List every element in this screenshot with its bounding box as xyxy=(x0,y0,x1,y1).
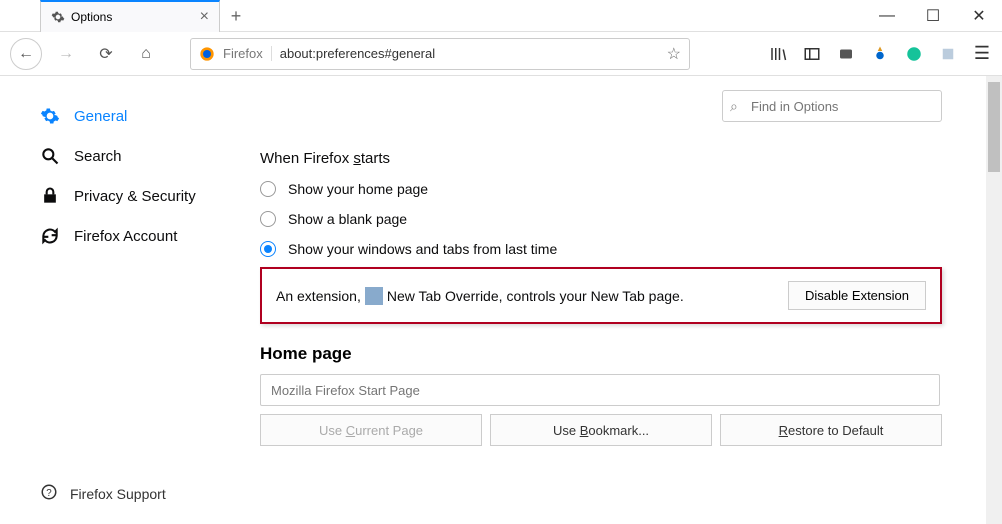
scroll-thumb[interactable] xyxy=(988,82,1000,172)
radio-last-session[interactable]: Show your windows and tabs from last tim… xyxy=(260,241,942,257)
ext-icon-2[interactable] xyxy=(870,44,890,64)
close-window-button[interactable]: ✕ xyxy=(956,0,1002,32)
window-titlebar: Options × + — ☐ ✕ xyxy=(0,0,1002,32)
radio-label: Show your windows and tabs from last tim… xyxy=(288,241,557,257)
sidebar-label: Firefox Account xyxy=(74,228,177,245)
firefox-support-link[interactable]: ? Firefox Support xyxy=(40,483,166,504)
find-options-input[interactable] xyxy=(722,90,942,122)
radio-icon xyxy=(260,181,276,197)
back-button[interactable]: ← xyxy=(10,38,42,70)
use-current-page-button[interactable]: Use Current Page xyxy=(260,414,482,446)
radio-home-page[interactable]: Show your home page xyxy=(260,181,942,197)
toolbar: ← → ⟳ ⌂ Firefox about:preferences#genera… xyxy=(0,32,1002,76)
sidebar-label: Privacy & Security xyxy=(74,188,196,205)
sidebar-label: Search xyxy=(74,148,122,165)
extension-notice: An extension, New Tab Override, controls… xyxy=(260,267,942,324)
homepage-input[interactable] xyxy=(260,374,940,406)
forward-button[interactable]: → xyxy=(50,38,82,70)
ext-icon-4[interactable] xyxy=(938,44,958,64)
radio-label: Show a blank page xyxy=(288,211,407,227)
url-text: about:preferences#general xyxy=(280,46,659,61)
extension-icon xyxy=(365,287,383,305)
url-bar[interactable]: Firefox about:preferences#general ☆ xyxy=(190,38,690,70)
sidebar-item-general[interactable]: General xyxy=(40,96,240,136)
startup-heading: When Firefox starts xyxy=(260,150,942,167)
ext-icon-3[interactable] xyxy=(904,44,924,64)
radio-blank-page[interactable]: Show a blank page xyxy=(260,211,942,227)
gear-icon xyxy=(40,106,60,126)
firefox-icon xyxy=(199,46,215,62)
radio-icon xyxy=(260,241,276,257)
home-button[interactable]: ⌂ xyxy=(130,38,162,70)
homepage-buttons: Use Current Page Use Bookmark... Restore… xyxy=(260,414,942,446)
tab-label: Options xyxy=(71,10,112,24)
lock-icon xyxy=(40,186,60,206)
scrollbar[interactable] xyxy=(986,76,1002,524)
svg-text:?: ? xyxy=(46,488,52,499)
reload-button[interactable]: ⟳ xyxy=(90,38,122,70)
tab-options[interactable]: Options × xyxy=(40,0,220,32)
library-icon[interactable] xyxy=(768,44,788,64)
main-panel: ⌕ When Firefox starts Show your home pag… xyxy=(240,76,1002,524)
identity-label: Firefox xyxy=(223,46,272,61)
sidebar-item-privacy[interactable]: Privacy & Security xyxy=(40,176,240,216)
minimize-button[interactable]: — xyxy=(864,0,910,32)
startup-radios: Show your home page Show a blank page Sh… xyxy=(260,181,942,257)
bookmark-star-icon[interactable]: ☆ xyxy=(667,44,681,64)
notice-prefix: An extension, xyxy=(276,288,361,304)
restore-default-button[interactable]: Restore to Default xyxy=(720,414,942,446)
maximize-button[interactable]: ☐ xyxy=(910,0,956,32)
notice-text: An extension, New Tab Override, controls… xyxy=(276,287,780,305)
sync-icon xyxy=(40,226,60,246)
radio-icon xyxy=(260,211,276,227)
use-bookmark-button[interactable]: Use Bookmark... xyxy=(490,414,712,446)
sidebar-item-search[interactable]: Search xyxy=(40,136,240,176)
window-controls: — ☐ ✕ xyxy=(864,0,1002,32)
help-icon: ? xyxy=(40,483,58,504)
ext-icon-1[interactable] xyxy=(836,44,856,64)
homepage-heading: Home page xyxy=(260,344,942,364)
find-in-options: ⌕ xyxy=(722,90,942,122)
search-icon: ⌕ xyxy=(730,98,738,115)
disable-extension-button[interactable]: Disable Extension xyxy=(788,281,926,310)
sidebar-icon[interactable] xyxy=(802,44,822,64)
toolbar-icons: ☰ xyxy=(768,44,992,64)
sidebar-item-account[interactable]: Firefox Account xyxy=(40,216,240,256)
menu-button[interactable]: ☰ xyxy=(972,44,992,64)
support-label: Firefox Support xyxy=(70,486,166,502)
tab-strip: Options × + xyxy=(0,0,252,32)
preferences-sidebar: General Search Privacy & Security Firefo… xyxy=(0,76,240,524)
sidebar-label: General xyxy=(74,108,127,125)
content-area: General Search Privacy & Security Firefo… xyxy=(0,76,1002,524)
notice-suffix: controls your New Tab page. xyxy=(507,288,684,304)
new-tab-button[interactable]: + xyxy=(220,0,252,32)
gear-icon xyxy=(51,10,65,24)
search-icon xyxy=(40,146,60,166)
radio-label: Show your home page xyxy=(288,181,428,197)
notice-ext-name: New Tab Override, xyxy=(387,288,503,304)
close-icon[interactable]: × xyxy=(200,8,209,26)
